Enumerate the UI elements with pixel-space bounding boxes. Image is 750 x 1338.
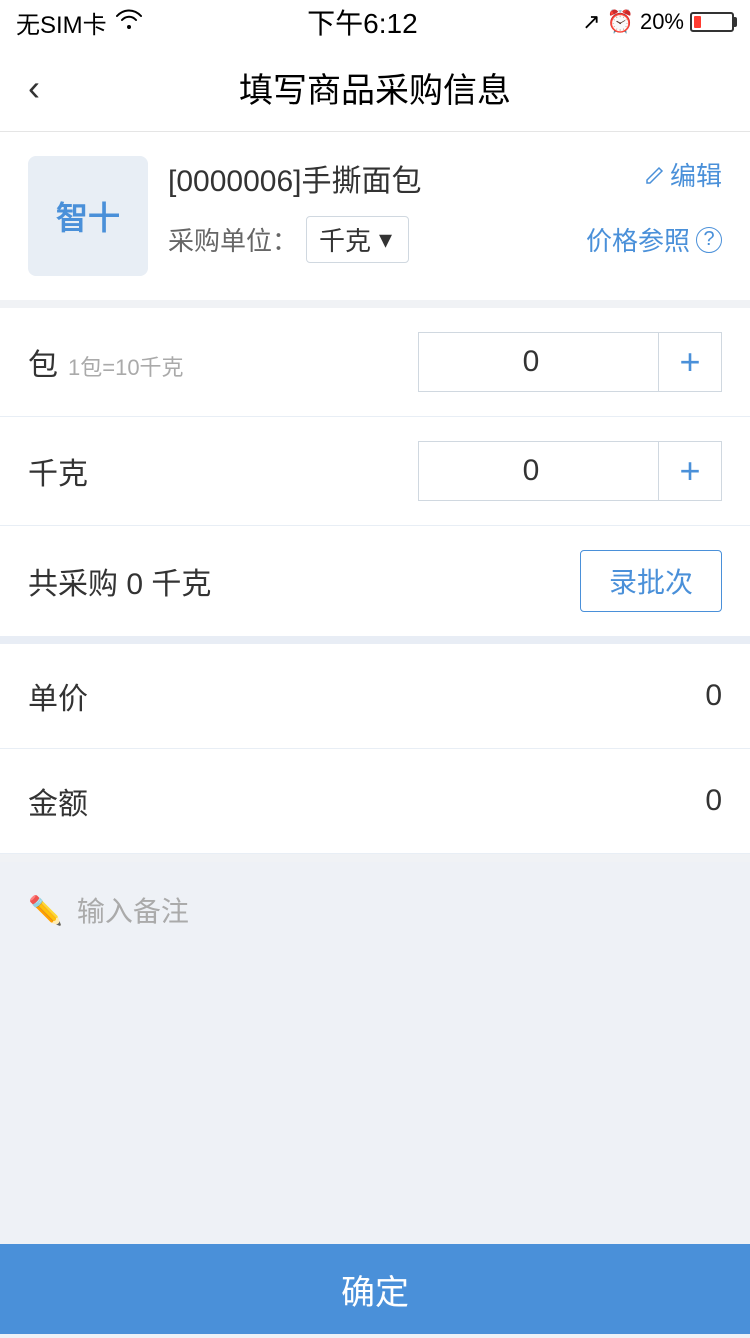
amount-value: 0	[705, 784, 722, 818]
product-logo: 智十	[56, 193, 120, 239]
kg-input[interactable]	[418, 441, 658, 501]
note-placeholder: 输入备注	[77, 890, 189, 930]
alarm-icon: ⏰	[607, 9, 634, 35]
bao-input[interactable]	[418, 332, 658, 392]
product-name: [0000006]手撕面包	[168, 156, 421, 200]
status-bar: 无SIM卡 下午6:12 ↗ ⏰ 20%	[0, 0, 750, 44]
kg-label: 千克	[28, 449, 88, 493]
carrier-text: 无SIM卡	[16, 5, 107, 40]
bao-label: 包 1包=10千克	[28, 340, 184, 384]
status-right: ↗ ⏰ 20%	[582, 9, 734, 35]
kg-input-row: 千克 +	[0, 417, 750, 526]
wifi-icon	[115, 8, 143, 36]
status-time: 下午6:12	[307, 2, 418, 42]
summary-row: 共采购 0 千克 录批次	[0, 526, 750, 644]
product-unit-row: 采购单位： 千克 ▾ 价格参照 ?	[168, 216, 722, 263]
batch-button[interactable]: 录批次	[580, 550, 722, 612]
unit-label: 采购单位：	[168, 221, 298, 258]
confirm-button[interactable]: 确定	[0, 1244, 750, 1334]
bao-input-right: +	[418, 332, 722, 392]
edit-button[interactable]: 编辑	[644, 156, 722, 193]
bao-hint: 1包=10千克	[68, 350, 184, 382]
product-info-top: [0000006]手撕面包 编辑	[168, 156, 722, 200]
status-left: 无SIM卡	[16, 5, 143, 40]
summary-text: 共采购 0 千克	[28, 559, 211, 603]
product-image: 智十	[28, 156, 148, 276]
pencil-icon: ✏️	[28, 894, 63, 927]
nav-bar: ‹ 填写商品采购信息	[0, 44, 750, 132]
chevron-down-icon: ▾	[379, 224, 392, 255]
input-section: 包 1包=10千克 + 千克 +	[0, 308, 750, 526]
price-row: 单价 0	[0, 644, 750, 749]
product-card: 智十 [0000006]手撕面包 编辑 采购单位： 千克 ▾ 价格参照 ?	[0, 132, 750, 308]
amount-row: 金额 0	[0, 749, 750, 854]
amount-label: 金额	[28, 779, 88, 823]
help-icon: ?	[696, 227, 722, 253]
note-section[interactable]: ✏️ 输入备注	[0, 862, 750, 958]
unit-select[interactable]: 千克 ▾	[306, 216, 409, 263]
kg-input-right: +	[418, 441, 722, 501]
bao-plus-button[interactable]: +	[658, 332, 722, 392]
product-info: [0000006]手撕面包 编辑 采购单位： 千克 ▾ 价格参照 ?	[168, 156, 722, 263]
detail-section: 单价 0 金额 0	[0, 644, 750, 854]
price-ref-button[interactable]: 价格参照 ?	[586, 221, 722, 258]
price-label: 单价	[28, 674, 88, 718]
price-value: 0	[705, 679, 722, 713]
page-title: 填写商品采购信息	[239, 63, 511, 112]
battery-icon	[690, 12, 734, 32]
bao-input-row: 包 1包=10千克 +	[0, 308, 750, 417]
battery-percent: 20%	[640, 9, 684, 35]
kg-plus-button[interactable]: +	[658, 441, 722, 501]
back-button[interactable]: ‹	[28, 67, 40, 109]
location-icon: ↗	[582, 9, 600, 35]
